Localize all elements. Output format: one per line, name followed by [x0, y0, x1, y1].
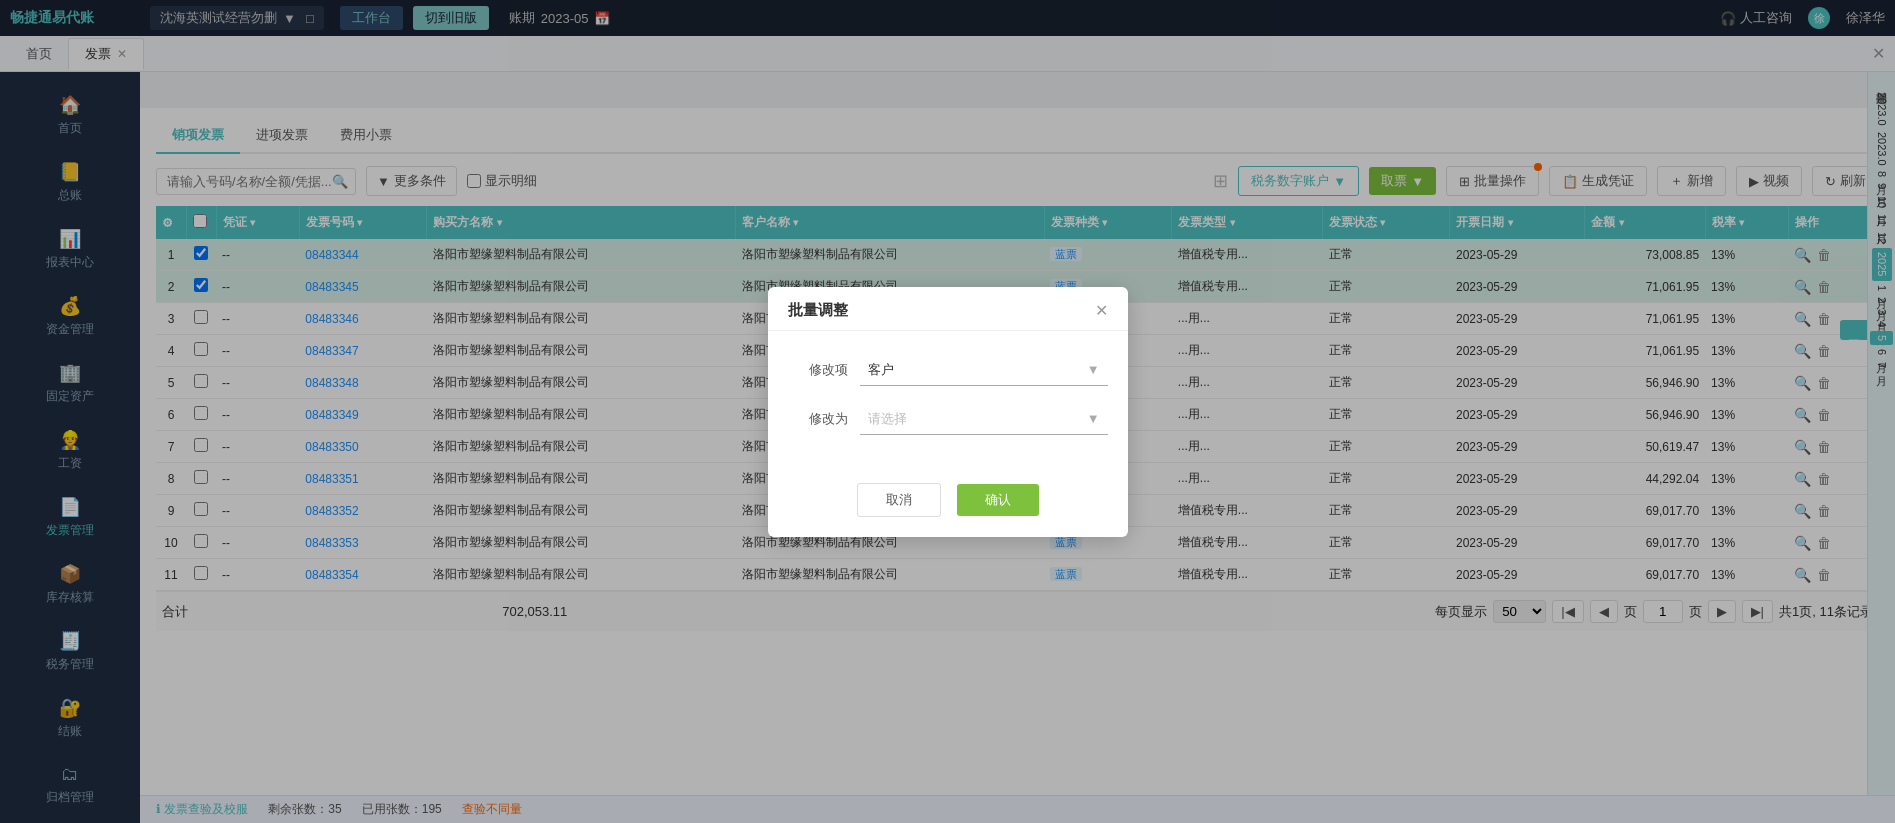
modify-to-label: 修改为	[788, 410, 848, 428]
batch-adjust-modal: 批量调整 ✕ 修改项 客户 ▼ 修改为 请选择 ▼ 取消 确认	[768, 287, 1128, 537]
modify-to-dropdown-icon: ▼	[1087, 411, 1100, 426]
modal-overlay: 批量调整 ✕ 修改项 客户 ▼ 修改为 请选择 ▼ 取消 确认	[0, 0, 1895, 823]
modal-title: 批量调整	[788, 301, 848, 320]
modify-field-dropdown-icon: ▼	[1087, 362, 1100, 377]
modify-to-select[interactable]: 请选择 ▼	[860, 404, 1108, 435]
modify-field-row: 修改项 客户 ▼	[788, 355, 1108, 386]
modify-to-row: 修改为 请选择 ▼	[788, 404, 1108, 435]
modal-footer: 取消 确认	[768, 473, 1128, 537]
modify-field-label: 修改项	[788, 361, 848, 379]
modal-confirm-button[interactable]: 确认	[957, 484, 1039, 516]
modify-field-select[interactable]: 客户 ▼	[860, 355, 1108, 386]
modal-body: 修改项 客户 ▼ 修改为 请选择 ▼	[768, 331, 1128, 473]
modal-close-button[interactable]: ✕	[1095, 301, 1108, 320]
modify-to-placeholder: 请选择	[868, 410, 907, 428]
modal-cancel-button[interactable]: 取消	[857, 483, 941, 517]
modify-field-value: 客户	[868, 361, 894, 379]
modal-header: 批量调整 ✕	[768, 287, 1128, 331]
